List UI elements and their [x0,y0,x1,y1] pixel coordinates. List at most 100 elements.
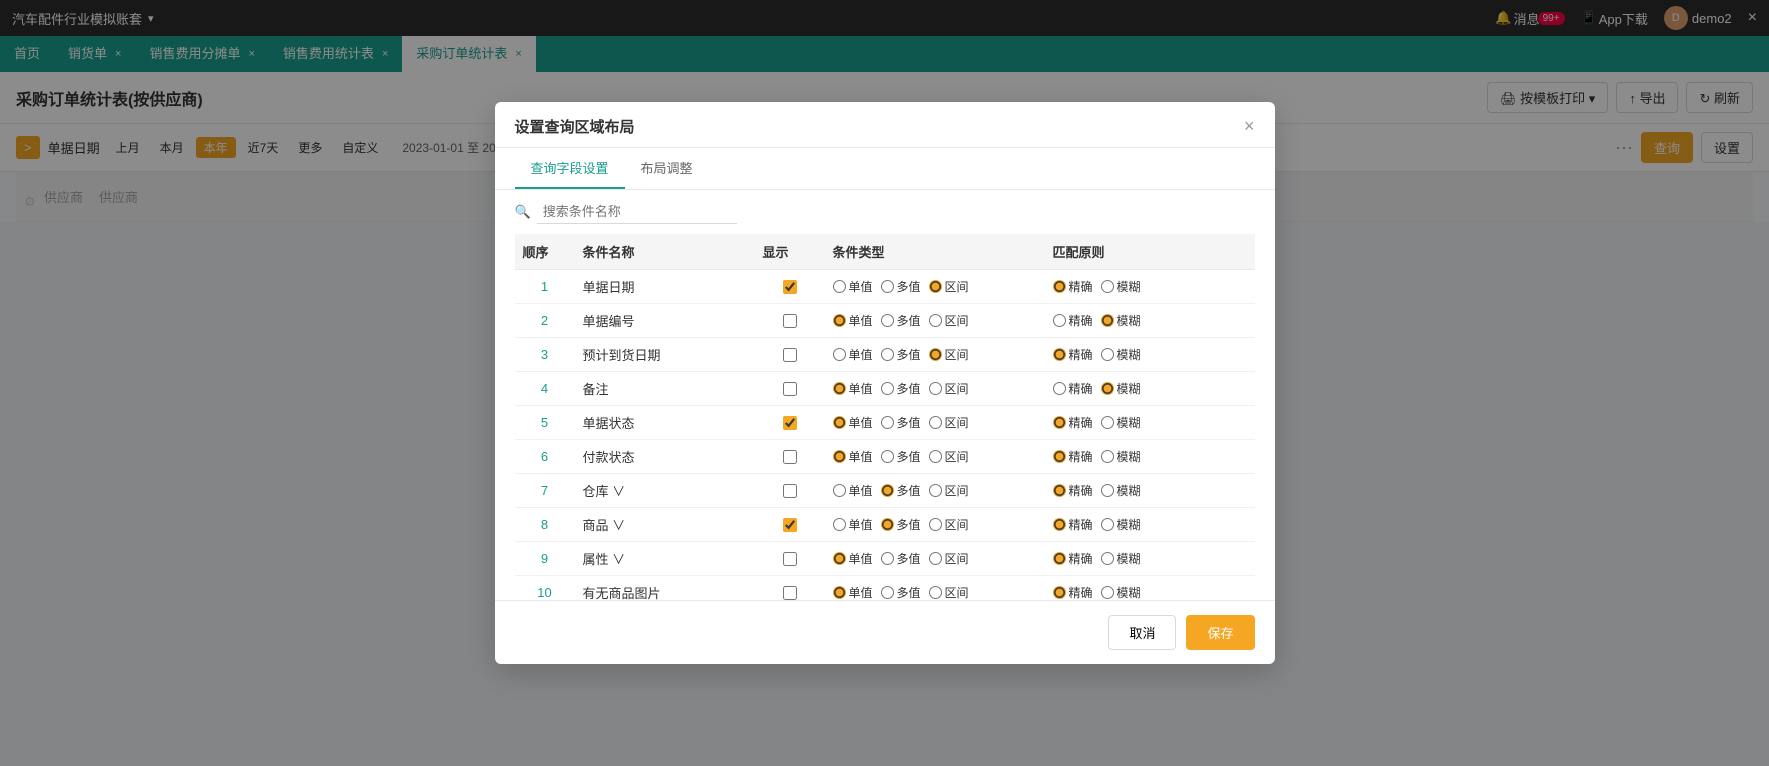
match-option[interactable]: 模糊 [1101,550,1141,567]
match-option[interactable]: 精确 [1053,584,1093,600]
row-type-cell: 单值多值区间 [825,475,1045,506]
type-option[interactable]: 区间 [929,482,969,499]
type-option[interactable]: 单值 [833,516,873,533]
match-option[interactable]: 模糊 [1101,414,1141,431]
row-match-cell: 精确模糊 [1045,339,1245,370]
match-option[interactable]: 精确 [1053,516,1093,533]
type-option[interactable]: 单值 [833,448,873,465]
row-name: 仓库 ∨ [575,474,755,507]
row-index: 10 [515,578,575,600]
header-type: 条件类型 [825,234,1045,269]
table-row: 8商品 ∨单值多值区间精确模糊 [515,508,1255,542]
type-option[interactable]: 区间 [929,278,969,295]
save-button[interactable]: 保存 [1186,615,1254,650]
match-option[interactable]: 模糊 [1101,448,1141,465]
dialog-search-area: 🔍 [495,190,1275,234]
match-option[interactable]: 精确 [1053,380,1093,397]
header-index: 顺序 [515,234,575,269]
type-option[interactable]: 单值 [833,380,873,397]
type-option[interactable]: 多值 [881,414,921,431]
row-match-cell: 精确模糊 [1045,271,1245,302]
match-option[interactable]: 精确 [1053,414,1093,431]
dialog-table-header-wrap: 顺序 条件名称 显示 条件类型 匹配原则 [495,234,1275,270]
type-option[interactable]: 区间 [929,312,969,329]
match-option[interactable]: 模糊 [1101,346,1141,363]
tab-query-fields[interactable]: 查询字段设置 [515,148,625,189]
match-option[interactable]: 精确 [1053,482,1093,499]
type-option[interactable]: 多值 [881,516,921,533]
display-checkbox[interactable] [783,280,797,294]
row-display-cell [755,341,825,369]
type-option[interactable]: 区间 [929,346,969,363]
match-option[interactable]: 模糊 [1101,278,1141,295]
display-checkbox[interactable] [783,484,797,498]
row-display-cell [755,273,825,301]
type-option[interactable]: 单值 [833,584,873,600]
match-option[interactable]: 模糊 [1101,380,1141,397]
match-option[interactable]: 模糊 [1101,584,1141,600]
row-type-cell: 单值多值区间 [825,271,1045,302]
match-option[interactable]: 模糊 [1101,312,1141,329]
type-option[interactable]: 单值 [833,482,873,499]
display-checkbox[interactable] [783,450,797,464]
row-name: 商品 ∨ [575,508,755,541]
match-option[interactable]: 精确 [1053,312,1093,329]
cancel-button[interactable]: 取消 [1108,615,1176,650]
type-option[interactable]: 多值 [881,550,921,567]
row-display-cell [755,409,825,437]
table-row: 6付款状态 单值多值区间 精确模糊 [515,440,1255,474]
display-checkbox[interactable] [783,518,797,532]
display-checkbox[interactable] [783,416,797,430]
type-option[interactable]: 区间 [929,380,969,397]
row-match-cell: 精确模糊 [1045,577,1245,600]
type-option[interactable]: 单值 [833,550,873,567]
type-option[interactable]: 单值 [833,414,873,431]
type-option[interactable]: 多值 [881,584,921,600]
type-option[interactable]: 多值 [881,278,921,295]
type-option[interactable]: 多值 [881,346,921,363]
type-option[interactable]: 区间 [929,414,969,431]
row-display-cell [755,307,825,335]
row-name: 单据日期 [575,270,755,303]
header-match: 匹配原则 [1045,234,1245,269]
search-input[interactable] [537,200,737,224]
match-option[interactable]: 模糊 [1101,516,1141,533]
row-type-cell: 单值多值区间 [825,373,1045,404]
type-option[interactable]: 区间 [929,550,969,567]
display-checkbox[interactable] [783,314,797,328]
row-index: 8 [515,510,575,539]
row-index: 5 [515,408,575,437]
display-checkbox[interactable] [783,552,797,566]
type-option[interactable]: 多值 [881,380,921,397]
row-match-cell: 精确模糊 [1045,407,1245,438]
match-option[interactable]: 精确 [1053,448,1093,465]
row-index: 2 [515,306,575,335]
type-option[interactable]: 单值 [833,278,873,295]
type-option[interactable]: 多值 [881,312,921,329]
type-option[interactable]: 多值 [881,482,921,499]
dialog-header: 设置查询区域布局 × [495,102,1275,148]
type-option[interactable]: 区间 [929,584,969,600]
dialog-close-button[interactable]: × [1244,116,1255,137]
tab-layout-adjust[interactable]: 布局调整 [625,148,709,189]
type-option[interactable]: 多值 [881,448,921,465]
row-name: 预计到货日期 [575,338,755,371]
display-checkbox[interactable] [783,382,797,396]
type-option[interactable]: 区间 [929,516,969,533]
match-option[interactable]: 精确 [1053,346,1093,363]
row-name: 单据状态 [575,406,755,439]
row-index: 6 [515,442,575,471]
row-name: 付款状态 [575,440,755,473]
row-display-cell [755,545,825,573]
display-checkbox[interactable] [783,348,797,362]
row-type-cell: 单值多值区间 [825,509,1045,540]
type-option[interactable]: 单值 [833,312,873,329]
match-option[interactable]: 精确 [1053,278,1093,295]
display-checkbox[interactable] [783,586,797,600]
type-option[interactable]: 单值 [833,346,873,363]
type-option[interactable]: 区间 [929,448,969,465]
match-option[interactable]: 精确 [1053,550,1093,567]
row-index: 3 [515,340,575,369]
row-type-cell: 单值多值区间 [825,543,1045,574]
match-option[interactable]: 模糊 [1101,482,1141,499]
